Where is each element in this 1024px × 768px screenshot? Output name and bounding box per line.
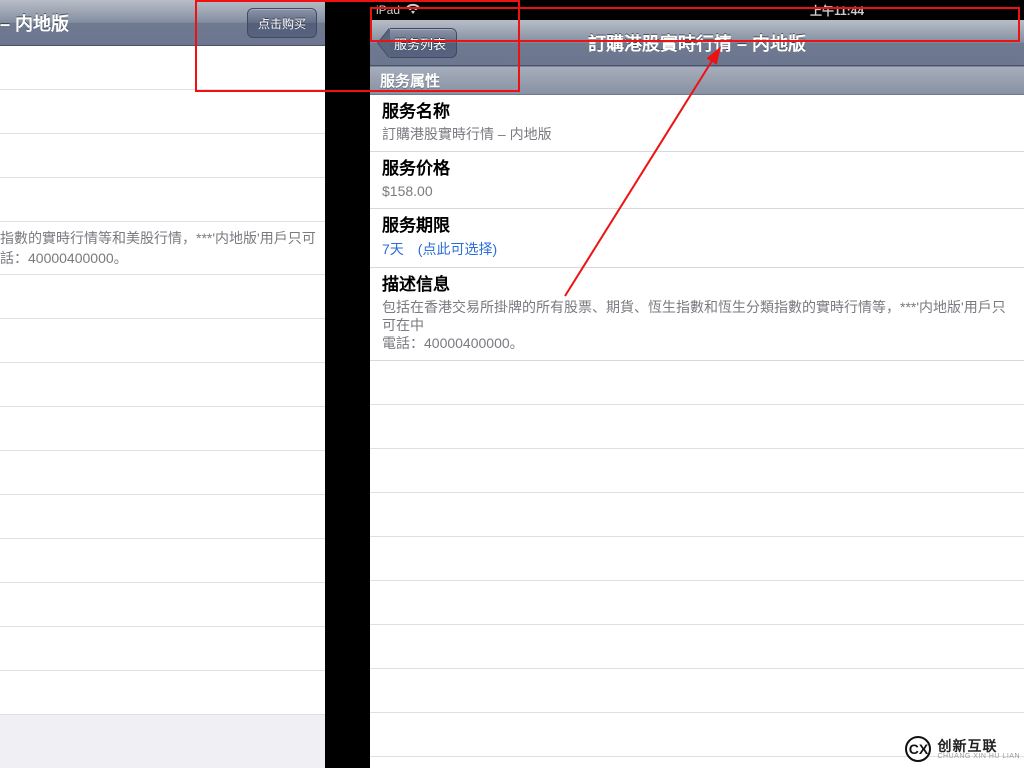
value-service-name: 訂購港股實時行情 – 内地版: [382, 125, 1012, 143]
chevron-left-icon: [378, 28, 390, 58]
list-row: [0, 363, 325, 407]
left-desc-fragment: 指數的實時行情等和美股行情，***'内地版'用戶只可 話：40000400000…: [0, 222, 325, 275]
buy-button-label: 点击购买: [258, 15, 306, 32]
cell-service-name: 服务名称 訂購港股實時行情 – 内地版: [370, 95, 1024, 152]
left-nav-title: – 内地版: [0, 10, 69, 36]
list-row: [0, 90, 325, 134]
status-device: iPad: [376, 3, 400, 17]
list-row: [0, 627, 325, 671]
value-service-desc-1: 包括在香港交易所掛牌的所有股票、期貨、恆生指數和恆生分類指數的實時行情等，***…: [382, 298, 1012, 334]
list-row: [0, 539, 325, 583]
status-time: 上午11:44: [810, 2, 864, 19]
list-row: [370, 581, 1024, 625]
back-button-label: 服务列表: [394, 34, 446, 53]
list-row: [0, 671, 325, 715]
label-service-desc: 描述信息: [382, 274, 1012, 296]
left-empty-rows: 指數的實時行情等和美股行情，***'内地版'用戶只可 話：40000400000…: [0, 46, 325, 715]
list-row: [0, 134, 325, 178]
label-service-term: 服务期限: [382, 215, 1012, 237]
left-panel: – 内地版 点击购买 指數的實時行情等和美股行情，***'内地版'用戶只可 話：…: [0, 0, 325, 768]
right-panel: iPad 上午11:44 服务列表 訂購港股實時行情 – 内地版 服务属性 服务…: [370, 0, 1024, 768]
wifi-icon: [406, 3, 420, 18]
list-row: [0, 275, 325, 319]
watermark: CX 创新互联 CHUANG XIN HU LIAN: [905, 736, 1020, 762]
back-button[interactable]: 服务列表: [378, 28, 457, 58]
left-desc-line2: 話：40000400000。: [0, 248, 325, 268]
watermark-icon: CX: [905, 736, 931, 762]
list-row: [370, 669, 1024, 713]
right-navbar: 服务列表 訂購港股實時行情 – 内地版: [370, 20, 1024, 66]
cell-service-price: 服务价格 $158.00: [370, 152, 1024, 209]
list-row: [0, 319, 325, 363]
list-row: [370, 449, 1024, 493]
cell-service-desc: 描述信息 包括在香港交易所掛牌的所有股票、期貨、恆生指數和恆生分類指數的實時行情…: [370, 268, 1024, 361]
list-row: [0, 407, 325, 451]
buy-button[interactable]: 点击购买: [247, 8, 317, 38]
left-desc-line1: 指數的實時行情等和美股行情，***'内地版'用戶只可: [0, 228, 325, 248]
list-row: [0, 46, 325, 90]
list-row: [0, 583, 325, 627]
watermark-brand: 创新互联: [937, 739, 1020, 753]
value-service-term[interactable]: 7天 (点此可选择): [382, 239, 1012, 259]
status-bar: iPad 上午11:44: [370, 0, 1024, 20]
cell-service-term[interactable]: 服务期限 7天 (点此可选择): [370, 209, 1024, 268]
list-row: [0, 451, 325, 495]
right-nav-title: 訂購港股實時行情 – 内地版: [588, 30, 806, 56]
list-row: [370, 625, 1024, 669]
watermark-sub: CHUANG XIN HU LIAN: [937, 753, 1020, 760]
section-header: 服务属性: [370, 66, 1024, 95]
list-row: [370, 493, 1024, 537]
list-row: [0, 178, 325, 222]
watermark-mark: CX: [909, 741, 928, 757]
left-navbar: – 内地版 点击购买: [0, 0, 325, 46]
value-service-price: $158.00: [382, 182, 1012, 200]
value-service-desc-2: 電話：40000400000。: [382, 334, 1012, 352]
list-row: [370, 537, 1024, 581]
list-row: [370, 361, 1024, 405]
list-row: [370, 405, 1024, 449]
list-row: [0, 495, 325, 539]
label-service-name: 服务名称: [382, 101, 1012, 123]
label-service-price: 服务价格: [382, 158, 1012, 180]
right-empty-rows: [370, 361, 1024, 768]
